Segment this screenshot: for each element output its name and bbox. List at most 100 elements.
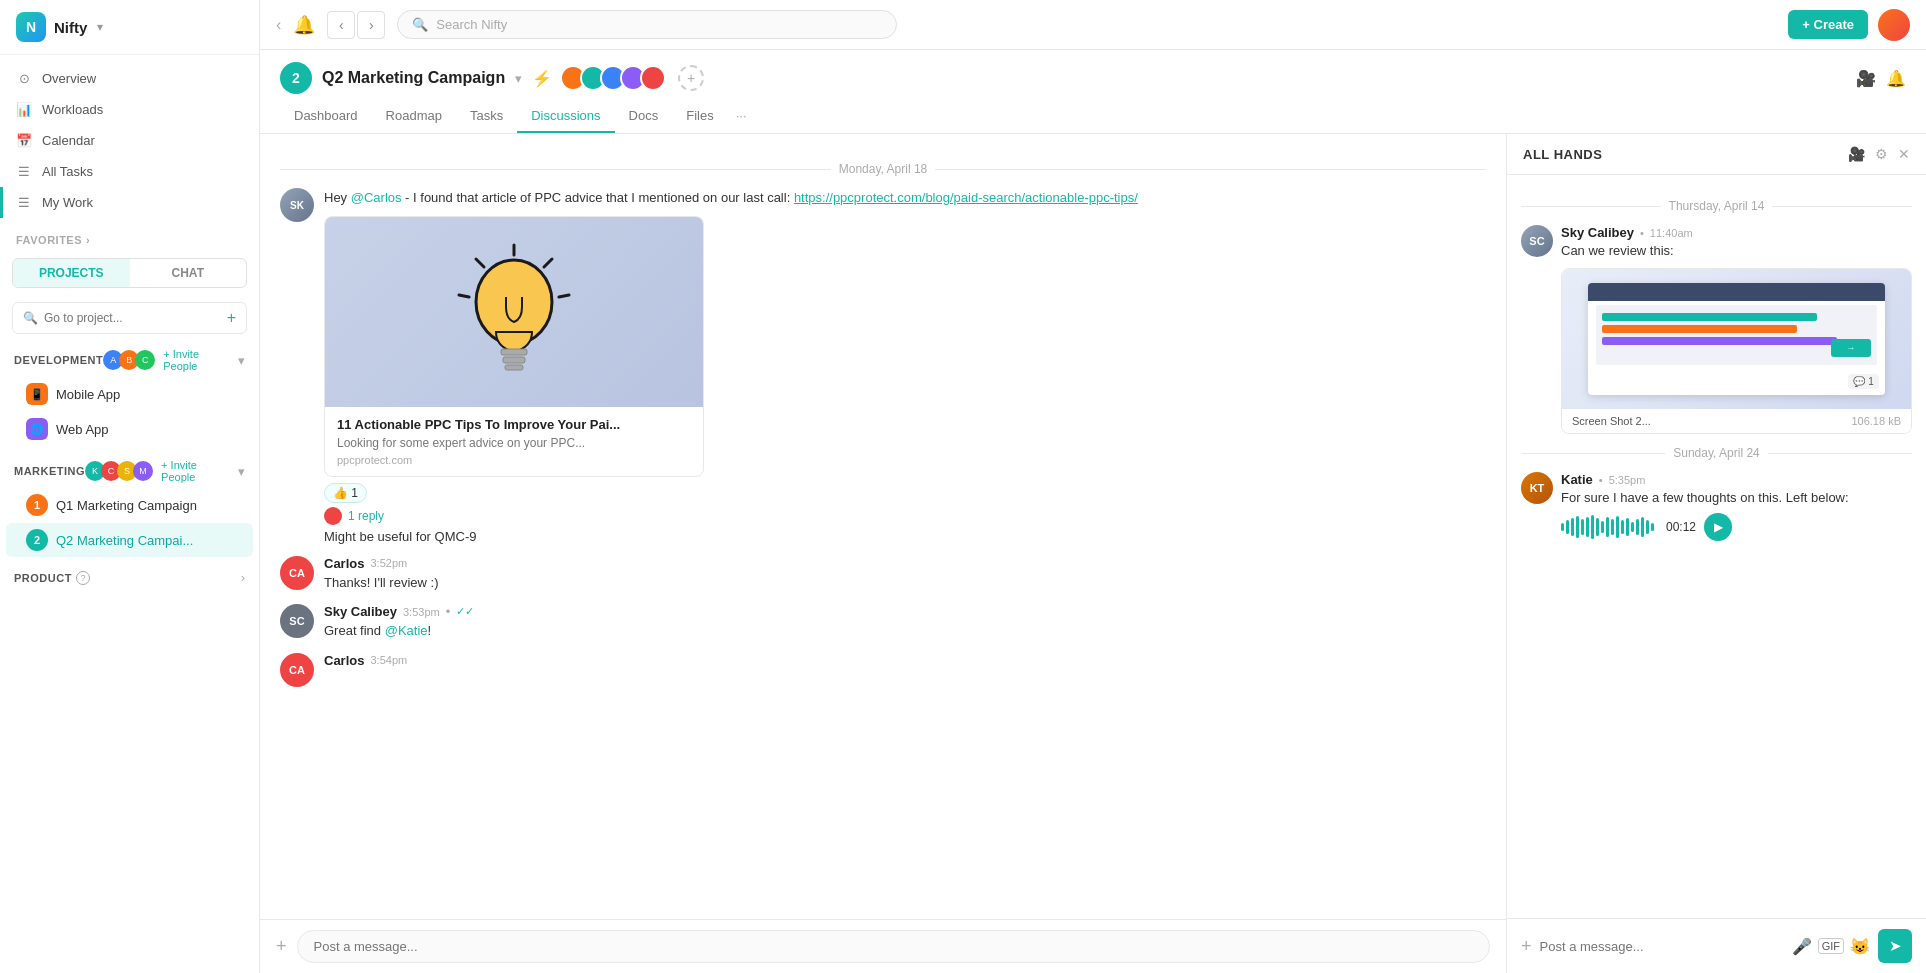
attachment-size: 106.18 kB [1851, 415, 1901, 427]
topbar: ‹ 🔔 ‹ › 🔍 Search Nifty + Create [260, 0, 1926, 50]
app-logo: N [16, 12, 46, 42]
sidebar-item-label: Overview [42, 71, 96, 86]
tab-roadmap[interactable]: Roadmap [372, 100, 456, 133]
tab-dashboard[interactable]: Dashboard [280, 100, 372, 133]
sidebar-item-label: All Tasks [42, 164, 93, 179]
tab-discussions[interactable]: Discussions [517, 100, 614, 133]
project-item-web-app[interactable]: 🌐 Web App [6, 412, 253, 446]
tab-files[interactable]: Files [672, 100, 727, 133]
message-author: Sky Calibey [324, 604, 397, 619]
bell-icon[interactable]: 🔔 [293, 14, 315, 36]
app-name: Nifty [54, 19, 87, 36]
project-item-mobile-app[interactable]: 📱 Mobile App [6, 377, 253, 411]
attachment-footer: Screen Shot 2... 106.18 kB [1562, 409, 1911, 433]
add-project-icon[interactable]: + [227, 309, 236, 327]
search-icon: 🔍 [23, 311, 38, 325]
search-input[interactable] [44, 311, 221, 325]
send-button[interactable]: ➤ [1878, 929, 1912, 963]
avatar: CA [280, 556, 314, 590]
tab-more[interactable]: ··· [728, 100, 755, 133]
reaction-button[interactable]: 👍 1 [324, 483, 367, 503]
svg-rect-1 [501, 349, 527, 355]
might-be-text: Might be useful for QMC-9 [324, 529, 1486, 544]
gif-icon[interactable]: GIF [1818, 938, 1844, 954]
main: ‹ 🔔 ‹ › 🔍 Search Nifty + Create 2 Q2 Mar… [260, 0, 1926, 973]
attachment-image: → 💬 1 [1562, 269, 1911, 409]
emoji-icon[interactable]: 😺 [1850, 937, 1870, 956]
expand-icon: › [241, 570, 245, 585]
link-preview-desc: Looking for some expert advice on your P… [337, 436, 691, 450]
allhands-input: + 🎤 GIF 😺 ➤ [1507, 918, 1926, 973]
marketing-group-header[interactable]: MARKETING K C S M + Invite People ▾ [0, 451, 259, 487]
settings-icon[interactable]: ⚙ [1875, 146, 1888, 162]
favorites-label[interactable]: FAVORITES › [0, 226, 259, 250]
ah-message-time: 5:35pm [1609, 474, 1646, 486]
invite-link[interactable]: + Invite People [163, 348, 234, 372]
video-icon[interactable]: 🎥 [1856, 69, 1876, 88]
avatar: M [133, 461, 153, 481]
add-member-button[interactable]: + [678, 65, 704, 91]
message-row: CA Carlos 3:52pm Thanks! I'll review :) [280, 556, 1486, 593]
project-right-icons: 🎥 🔔 [1856, 69, 1906, 88]
create-button[interactable]: + Create [1788, 10, 1868, 39]
allhands-message-input[interactable] [1540, 939, 1784, 954]
reply-row: 1 reply [324, 507, 1486, 525]
allhands-feed: Thursday, April 14 SC Sky Calibey • 11:4… [1507, 175, 1926, 918]
chat-tab[interactable]: CHAT [130, 259, 247, 287]
product-group-header[interactable]: PRODUCT ? › [0, 562, 259, 589]
project-item-q1-marketing[interactable]: 1 Q1 Marketing Campaign [6, 488, 253, 522]
ah-message-row: SC Sky Calibey • 11:40am Can we review t… [1521, 225, 1912, 434]
message-header: Sky Calibey 3:53pm • ✓✓ [324, 604, 1486, 619]
message-body: Hey @Carlos - I found that article of PP… [324, 188, 1486, 544]
sidebar-item-workloads[interactable]: 📊 Workloads [0, 94, 259, 125]
collapse-sidebar-button[interactable]: ‹ [276, 16, 281, 34]
sidebar-item-all-tasks[interactable]: ☰ All Tasks [0, 156, 259, 187]
mic-icon[interactable]: 🎤 [1792, 937, 1812, 956]
reply-link[interactable]: 1 reply [348, 509, 384, 523]
sidebar-item-calendar[interactable]: 📅 Calendar [0, 125, 259, 156]
allhands-icons: 🎥 ⚙ ✕ [1848, 146, 1910, 162]
lightning-icon[interactable]: ⚡ [532, 69, 552, 88]
forward-button[interactable]: › [357, 11, 385, 39]
message-text: Hey @Carlos - I found that article of PP… [324, 188, 1486, 208]
mention: @Carlos [351, 190, 402, 205]
close-icon[interactable]: ✕ [1898, 146, 1910, 162]
member-avatar [640, 65, 666, 91]
date-divider: Sunday, April 24 [1521, 446, 1912, 460]
ah-message-header: Katie • 5:35pm [1561, 472, 1912, 487]
audio-duration: 00:12 [1666, 520, 1696, 534]
audio-play-button[interactable]: ▶ [1704, 513, 1732, 541]
attach-button[interactable]: + [276, 936, 287, 957]
task-link[interactable]: QMC-9 [435, 529, 477, 544]
back-button[interactable]: ‹ [327, 11, 355, 39]
project-item-q2-marketing[interactable]: 2 Q2 Marketing Campai... [6, 523, 253, 557]
message-time: 3:54pm [370, 654, 407, 666]
message-input[interactable] [297, 930, 1490, 963]
project-tabs: Dashboard Roadmap Tasks Discussions Docs… [280, 100, 1906, 133]
sidebar-item-my-work[interactable]: ☰ My Work [0, 187, 259, 218]
project-badge: 🌐 [26, 418, 48, 440]
tab-tasks[interactable]: Tasks [456, 100, 517, 133]
projects-chat-tabs: PROJECTS CHAT [12, 258, 247, 288]
notification-icon[interactable]: 🔔 [1886, 69, 1906, 88]
project-title-caret[interactable]: ▾ [515, 71, 522, 86]
tab-docs[interactable]: Docs [615, 100, 673, 133]
ah-message-author: Sky Calibey [1561, 225, 1634, 240]
nav-arrows: ‹ › [327, 11, 385, 39]
invite-link[interactable]: + Invite People [161, 459, 234, 483]
date-divider: Monday, April 18 [280, 162, 1486, 176]
all-tasks-icon: ☰ [16, 164, 32, 179]
development-group-header[interactable]: DEVELOPMENT A B C + Invite People ▾ [0, 340, 259, 376]
attach-button[interactable]: + [1521, 936, 1532, 957]
projects-tab[interactable]: PROJECTS [13, 259, 130, 287]
message-author: Carlos [324, 653, 364, 668]
sidebar-item-overview[interactable]: ⊙ Overview [0, 63, 259, 94]
date-divider: Thursday, April 14 [1521, 199, 1912, 213]
message-text: Thanks! I'll review :) [324, 573, 1486, 593]
search-bar[interactable]: 🔍 Search Nifty [397, 10, 897, 39]
ah-message-row: KT Katie • 5:35pm For sure I have a few … [1521, 472, 1912, 547]
video-icon[interactable]: 🎥 [1848, 146, 1865, 162]
message-link[interactable]: https://ppcprotect.com/blog/paid-search/… [794, 190, 1138, 205]
user-avatar[interactable] [1878, 9, 1910, 41]
message-time: 3:53pm [403, 606, 440, 618]
